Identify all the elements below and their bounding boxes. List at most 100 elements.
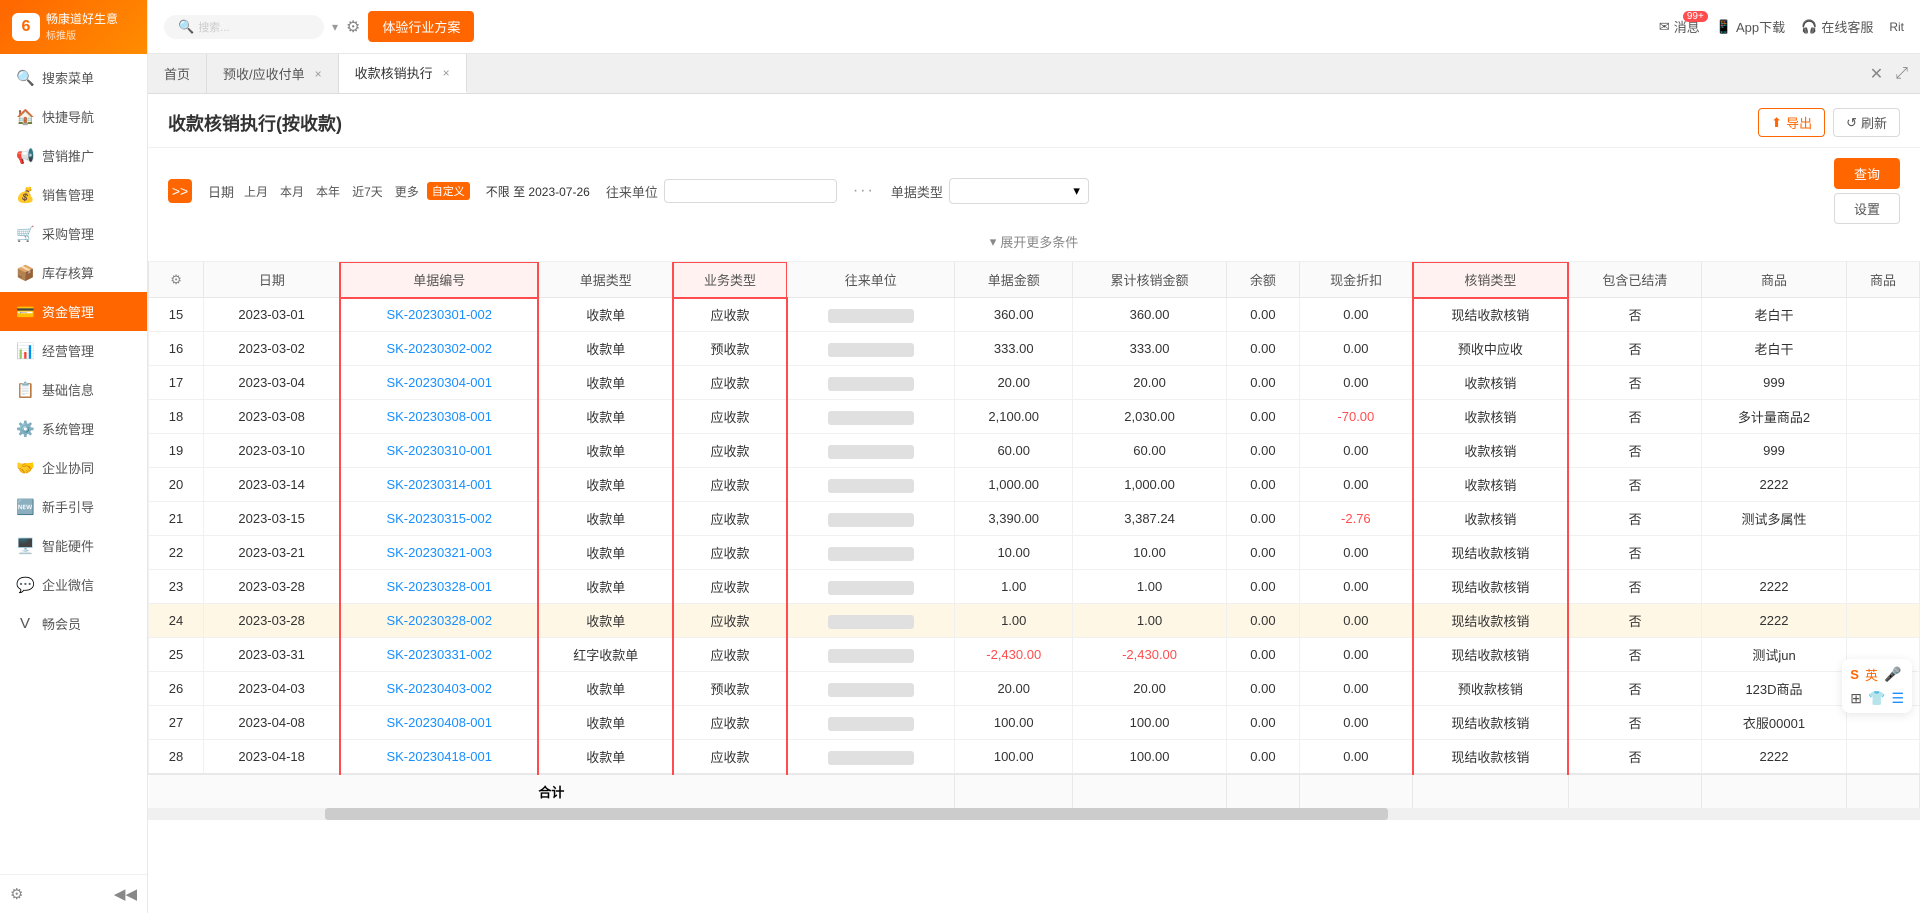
app-download-label: App下载 [1736, 17, 1785, 36]
voucher-link[interactable]: SK-20230304-001 [386, 375, 492, 390]
app-download-button[interactable]: 📱 App下载 [1716, 17, 1785, 36]
custom-date-btn[interactable]: 自定义 [427, 182, 470, 200]
footer-amount [955, 774, 1073, 808]
collapse-sidebar-icon[interactable]: ◀◀ [114, 885, 137, 903]
topbar-dropdown-arrow-icon[interactable]: ▾ [332, 20, 338, 34]
table-row: 23 2023-03-28 SK-20230328-001 收款单 应收款 ██… [149, 570, 1920, 604]
solution-button[interactable]: 体验行业方案 [368, 11, 474, 42]
filter-dots[interactable]: ··· [853, 182, 875, 200]
cell-goods1 [1702, 536, 1847, 570]
cell-voucher-type: 红字收款单 [538, 638, 673, 672]
cell-writeoff-amount: 1.00 [1073, 604, 1227, 638]
last-7days-btn[interactable]: 近7天 [348, 181, 387, 202]
last-month-btn[interactable]: 上月 [240, 181, 272, 202]
purchase-label: 采购管理 [42, 224, 94, 243]
filter-setting-button[interactable]: 设置 [1834, 193, 1900, 224]
sidebar-item-enterprise[interactable]: 🤝 企业协同 [0, 448, 147, 487]
cell-date: 2023-03-10 [204, 434, 341, 468]
float-mic-icon[interactable]: 🎤 [1884, 666, 1901, 683]
expand-tab-button[interactable]: ⤢ [1891, 61, 1912, 87]
operation-icon: 📊 [16, 342, 34, 360]
cell-amount: 1.00 [955, 570, 1073, 604]
tab-close-collection[interactable]: × [443, 66, 450, 80]
sidebar-item-search[interactable]: 🔍 搜索菜单 [0, 58, 147, 97]
th-date: 日期 [204, 262, 341, 298]
expand-conditions-button[interactable]: ▾ 展开更多条件 [990, 232, 1079, 251]
messages-button[interactable]: ✉ 消息 99+ [1659, 17, 1700, 36]
cell-cash-discount: 0.00 [1299, 536, 1412, 570]
cell-has-settled: 否 [1568, 400, 1702, 434]
voucher-link[interactable]: SK-20230301-002 [386, 307, 492, 322]
float-grid-icon[interactable]: ⊞ [1850, 690, 1862, 707]
partner-filter-item: 往来单位 [606, 179, 837, 203]
more-date-btn[interactable]: 更多 [391, 181, 423, 202]
voucher-link[interactable]: SK-20230418-001 [386, 749, 492, 764]
sidebar-item-member[interactable]: V 畅会员 [0, 604, 147, 643]
voucher-link[interactable]: SK-20230331-002 [386, 647, 492, 662]
refresh-button[interactable]: ↺ 刷新 [1833, 108, 1900, 137]
voucher-type-select[interactable]: ▾ [949, 178, 1089, 204]
sidebar-item-basic[interactable]: 📋 基础信息 [0, 370, 147, 409]
table-row: 22 2023-03-21 SK-20230321-003 收款单 应收款 ██… [149, 536, 1920, 570]
tab-collection[interactable]: 收款核销执行× [339, 54, 467, 93]
voucher-link[interactable]: SK-20230314-001 [386, 477, 492, 492]
cell-has-settled: 否 [1568, 570, 1702, 604]
sidebar-item-purchase[interactable]: 🛒 采购管理 [0, 214, 147, 253]
voucher-link[interactable]: SK-20230403-002 [386, 681, 492, 696]
cell-seq: 25 [149, 638, 204, 672]
cell-cash-discount: 0.00 [1299, 366, 1412, 400]
partner-masked: ██████ [828, 649, 915, 663]
this-month-btn[interactable]: 本月 [276, 181, 308, 202]
sidebar-item-sales[interactable]: 💰 销售管理 [0, 175, 147, 214]
voucher-link[interactable]: SK-20230328-001 [386, 579, 492, 594]
cell-goods2 [1846, 366, 1919, 400]
voucher-link[interactable]: SK-20230315-002 [386, 511, 492, 526]
horizontal-scrollbar[interactable] [148, 808, 1920, 820]
date-range-text: 不限 至 2023-07-26 [486, 183, 590, 200]
voucher-link[interactable]: SK-20230408-001 [386, 715, 492, 730]
close-tab-button[interactable]: ✕ [1866, 60, 1887, 88]
sidebar-item-system[interactable]: ⚙️ 系统管理 [0, 409, 147, 448]
sidebar-item-operation[interactable]: 📊 经营管理 [0, 331, 147, 370]
cell-goods2 [1846, 604, 1919, 638]
sidebar-item-marketing[interactable]: 📢 营销推广 [0, 136, 147, 175]
sidebar-item-weixin[interactable]: 💬 企业微信 [0, 565, 147, 604]
column-settings-icon[interactable]: ⚙ [170, 272, 182, 287]
float-shirt-icon[interactable]: 👕 [1868, 690, 1885, 707]
voucher-link[interactable]: SK-20230321-003 [386, 545, 492, 560]
sidebar-item-hardware[interactable]: 🖥️ 智能硬件 [0, 526, 147, 565]
tab-home[interactable]: 首页 [148, 54, 207, 93]
online-service-button[interactable]: 🎧 在线客服 [1801, 17, 1873, 36]
this-year-btn[interactable]: 本年 [312, 181, 344, 202]
settings-footer-icon[interactable]: ⚙ [10, 885, 23, 903]
tab-close-prepay[interactable]: × [315, 67, 322, 81]
cell-seq: 26 [149, 672, 204, 706]
partner-masked: ██████ [828, 479, 915, 493]
voucher-link[interactable]: SK-20230328-002 [386, 613, 492, 628]
th-goods2: 商品 [1846, 262, 1919, 298]
filter-toggle-button[interactable]: >> [168, 179, 192, 203]
voucher-link[interactable]: SK-20230308-001 [386, 409, 492, 424]
cell-has-settled: 否 [1568, 434, 1702, 468]
topbar-gear-icon[interactable]: ⚙ [346, 17, 360, 37]
cell-balance: 0.00 [1226, 434, 1299, 468]
cell-writeoff-type: 收款核销 [1413, 468, 1568, 502]
sidebar-item-guide[interactable]: 🆕 新手引导 [0, 487, 147, 526]
sidebar-item-finance[interactable]: 💳 资金管理 [0, 292, 147, 331]
th-settings[interactable]: ⚙ [149, 262, 204, 298]
query-button[interactable]: 查询 [1834, 158, 1900, 189]
username-label[interactable]: Rit [1889, 20, 1904, 34]
partner-input[interactable] [664, 179, 837, 203]
sidebar-item-inventory[interactable]: 📦 库存核算 [0, 253, 147, 292]
cell-date: 2023-03-08 [204, 400, 341, 434]
voucher-link[interactable]: SK-20230302-002 [386, 341, 492, 356]
export-button[interactable]: ⬆ 导出 [1758, 108, 1825, 137]
float-menu-icon[interactable]: ☰ [1891, 690, 1904, 707]
topbar-search-box[interactable]: 🔍 搜索... [164, 15, 324, 39]
sidebar-item-shortcut[interactable]: 🏠 快捷导航 [0, 97, 147, 136]
voucher-link[interactable]: SK-20230310-001 [386, 443, 492, 458]
cell-voucher-no: SK-20230331-002 [340, 638, 538, 672]
th-writeoff-type: 核销类型 [1413, 262, 1568, 298]
mobile-icon: 📱 [1716, 19, 1732, 35]
tab-prepay[interactable]: 预收/应收付单× [207, 54, 339, 93]
